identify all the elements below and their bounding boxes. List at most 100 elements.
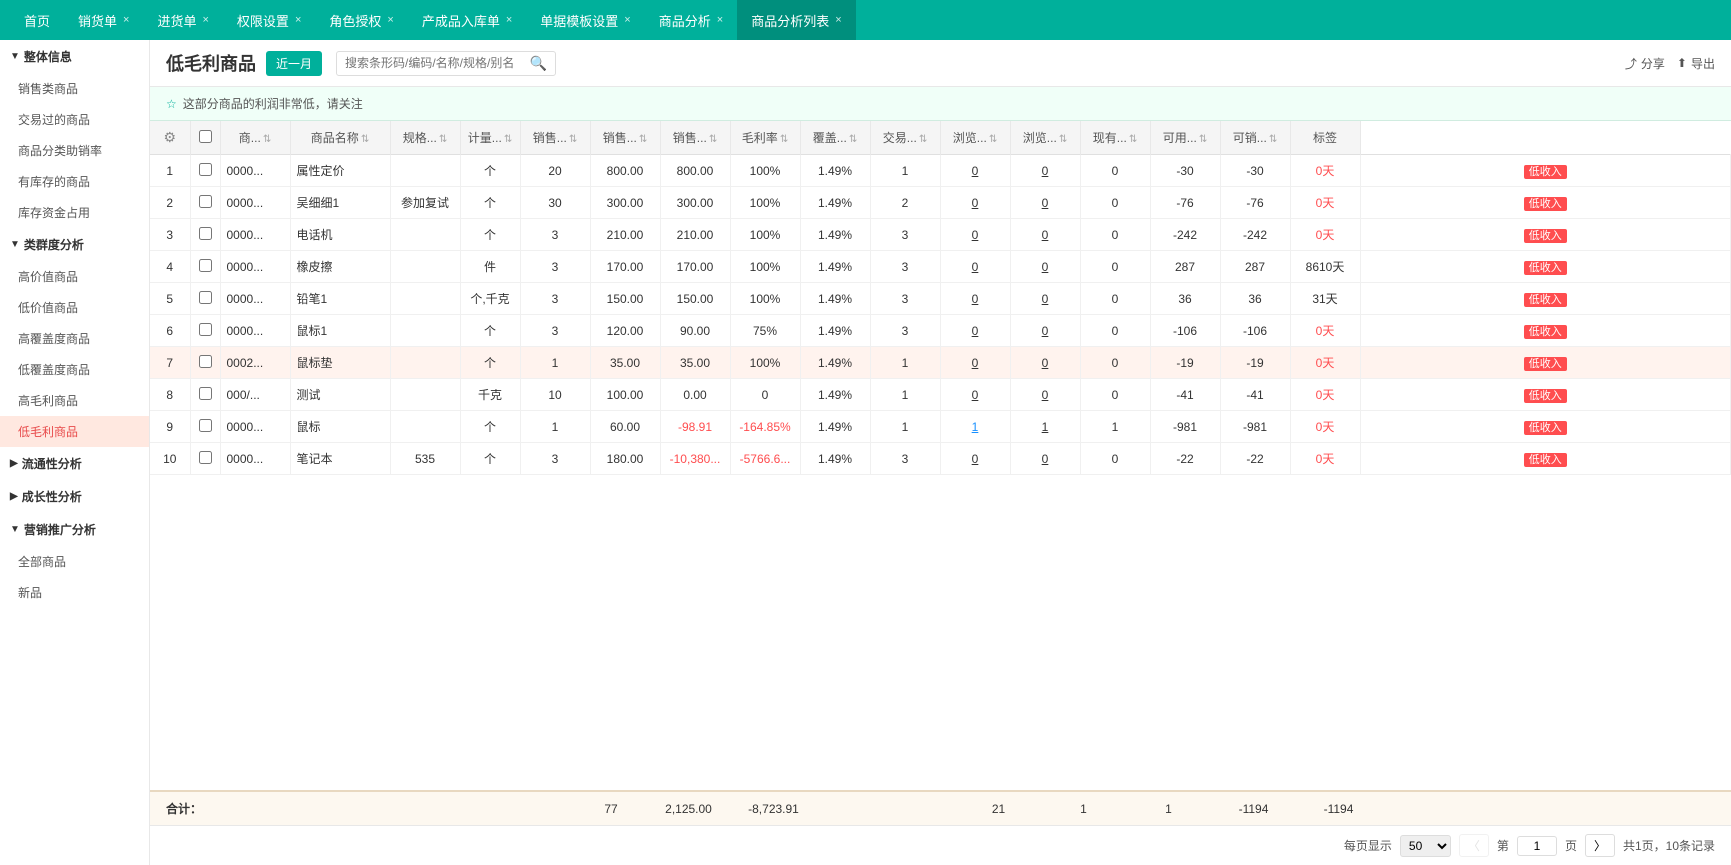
- row-browse1[interactable]: 0: [1010, 315, 1080, 347]
- sidebar-item-low-margin[interactable]: 低毛利商品: [0, 416, 149, 447]
- th-checkbox[interactable]: [190, 121, 220, 155]
- sidebar-item-low-coverage[interactable]: 低覆盖度商品: [0, 354, 149, 385]
- sidebar-item-high-margin[interactable]: 高毛利商品: [0, 385, 149, 416]
- row-checkbox-cell[interactable]: [190, 283, 220, 315]
- th-sellable[interactable]: 可销...⇅: [1220, 121, 1290, 155]
- row-checkbox-cell[interactable]: [190, 219, 220, 251]
- nav-product-in[interactable]: 产成品入库单 ×: [408, 0, 526, 40]
- sidebar-item-traded-goods[interactable]: 交易过的商品: [0, 104, 149, 135]
- trade-link[interactable]: 0: [972, 324, 979, 338]
- search-icon[interactable]: 🔍: [530, 55, 547, 72]
- row-checkbox-cell[interactable]: [190, 443, 220, 475]
- row-checkbox-cell[interactable]: [190, 315, 220, 347]
- sidebar-section-marketing[interactable]: ▼ 营销推广分析: [0, 513, 149, 546]
- row-browse1[interactable]: 0: [1010, 379, 1080, 411]
- sidebar-item-high-coverage[interactable]: 高覆盖度商品: [0, 323, 149, 354]
- th-spec[interactable]: 规格...⇅: [390, 121, 460, 155]
- row-checkbox-cell[interactable]: [190, 347, 220, 379]
- prev-page-button[interactable]: 〈: [1459, 834, 1489, 857]
- nav-permission-close[interactable]: ×: [295, 14, 301, 26]
- nav-goods-analysis[interactable]: 商品分析 ×: [645, 0, 737, 40]
- row-checkbox[interactable]: [199, 419, 212, 432]
- nav-template[interactable]: 单据模板设置 ×: [526, 0, 644, 40]
- sidebar-item-stock-goods[interactable]: 有库存的商品: [0, 166, 149, 197]
- row-checkbox-cell[interactable]: [190, 379, 220, 411]
- th-settings[interactable]: ⚙: [150, 121, 190, 155]
- th-available[interactable]: 可用...⇅: [1150, 121, 1220, 155]
- row-browse1[interactable]: 0: [1010, 155, 1080, 187]
- row-checkbox-cell[interactable]: [190, 251, 220, 283]
- row-checkbox[interactable]: [199, 451, 212, 464]
- trade-link[interactable]: 0: [972, 452, 979, 466]
- row-checkbox[interactable]: [199, 355, 212, 368]
- th-code[interactable]: 商...⇅: [220, 121, 290, 155]
- per-page-select[interactable]: 50 100: [1400, 835, 1451, 857]
- nav-goods-list-close[interactable]: ×: [835, 14, 841, 26]
- nav-purchase-close[interactable]: ×: [202, 14, 208, 26]
- row-checkbox-cell[interactable]: [190, 155, 220, 187]
- nav-sales-order[interactable]: 销货单 ×: [64, 0, 143, 40]
- row-checkbox[interactable]: [199, 163, 212, 176]
- th-sales-amount[interactable]: 销售...⇅: [590, 121, 660, 155]
- row-trade[interactable]: 0: [940, 155, 1010, 187]
- row-checkbox[interactable]: [199, 323, 212, 336]
- th-browse1[interactable]: 浏览...⇅: [940, 121, 1010, 155]
- page-input[interactable]: [1517, 836, 1557, 856]
- row-trade[interactable]: 0: [940, 443, 1010, 475]
- share-button[interactable]: ⤴ 分享: [1625, 55, 1665, 72]
- trade-link[interactable]: 0: [972, 228, 979, 242]
- nav-role[interactable]: 角色授权 ×: [315, 0, 407, 40]
- row-browse1[interactable]: 0: [1010, 347, 1080, 379]
- sidebar-item-category-rate[interactable]: 商品分类助销率: [0, 135, 149, 166]
- row-trade[interactable]: 1: [940, 411, 1010, 443]
- next-page-button[interactable]: 〉: [1585, 834, 1615, 857]
- row-trade[interactable]: 0: [940, 347, 1010, 379]
- th-sales-qty[interactable]: 销售...⇅: [520, 121, 590, 155]
- sidebar-item-all-goods[interactable]: 全部商品: [0, 546, 149, 577]
- sidebar-item-high-value[interactable]: 高价值商品: [0, 261, 149, 292]
- row-checkbox[interactable]: [199, 195, 212, 208]
- trade-link[interactable]: 0: [972, 164, 979, 178]
- row-checkbox-cell[interactable]: [190, 187, 220, 219]
- trade-link[interactable]: 0: [972, 260, 979, 274]
- nav-product-in-close[interactable]: ×: [506, 14, 512, 26]
- trade-link[interactable]: 0: [972, 196, 979, 210]
- sidebar-section-flow[interactable]: ▶ 流通性分析: [0, 447, 149, 480]
- nav-template-close[interactable]: ×: [624, 14, 630, 26]
- sidebar-section-growth[interactable]: ▶ 成长性分析: [0, 480, 149, 513]
- th-browse2[interactable]: 浏览...⇅: [1010, 121, 1080, 155]
- nav-purchase[interactable]: 进货单 ×: [143, 0, 222, 40]
- nav-goods-list[interactable]: 商品分析列表 ×: [737, 0, 855, 40]
- trade-link[interactable]: 0: [972, 388, 979, 402]
- row-browse1[interactable]: 0: [1010, 187, 1080, 219]
- sidebar-section-group[interactable]: ▼ 类群度分析: [0, 228, 149, 261]
- nav-home[interactable]: 首页: [10, 0, 64, 40]
- row-trade[interactable]: 0: [940, 251, 1010, 283]
- row-checkbox[interactable]: [199, 387, 212, 400]
- row-browse1[interactable]: 0: [1010, 251, 1080, 283]
- row-checkbox[interactable]: [199, 227, 212, 240]
- th-coverage[interactable]: 覆盖...⇅: [800, 121, 870, 155]
- row-checkbox[interactable]: [199, 291, 212, 304]
- row-trade[interactable]: 0: [940, 315, 1010, 347]
- row-trade[interactable]: 0: [940, 283, 1010, 315]
- date-filter-button[interactable]: 近一月: [266, 51, 322, 76]
- row-browse1[interactable]: 0: [1010, 283, 1080, 315]
- export-button[interactable]: ⬆ 导出: [1677, 55, 1715, 72]
- row-trade[interactable]: 0: [940, 379, 1010, 411]
- settings-icon[interactable]: ⚙: [163, 129, 176, 145]
- th-gross-rate[interactable]: 毛利率⇅: [730, 121, 800, 155]
- select-all-checkbox[interactable]: [199, 130, 212, 143]
- sidebar-item-new-goods[interactable]: 新品: [0, 577, 149, 608]
- th-unit[interactable]: 计量...⇅: [460, 121, 520, 155]
- trade-link[interactable]: 0: [972, 292, 979, 306]
- th-sales-profit[interactable]: 销售...⇅: [660, 121, 730, 155]
- nav-permission[interactable]: 权限设置 ×: [223, 0, 315, 40]
- th-name[interactable]: 商品名称⇅: [290, 121, 390, 155]
- nav-role-close[interactable]: ×: [387, 14, 393, 26]
- th-trade[interactable]: 交易...⇅: [870, 121, 940, 155]
- th-stock[interactable]: 现有...⇅: [1080, 121, 1150, 155]
- row-browse1[interactable]: 1: [1010, 411, 1080, 443]
- row-checkbox[interactable]: [199, 259, 212, 272]
- row-trade[interactable]: 0: [940, 187, 1010, 219]
